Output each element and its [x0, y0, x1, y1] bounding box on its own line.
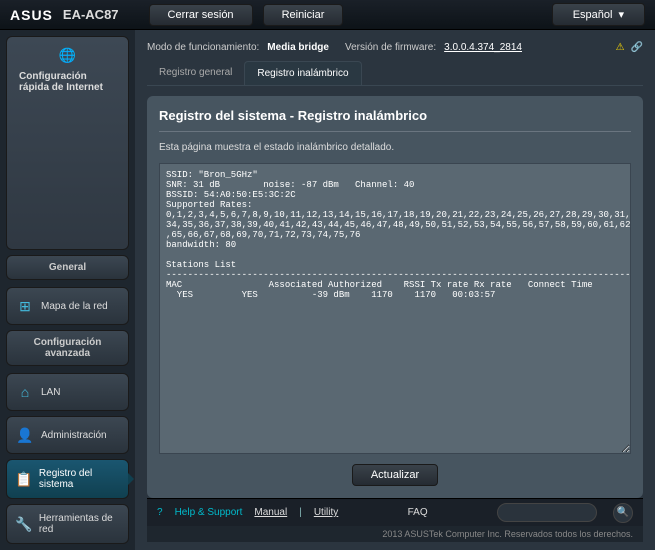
tools-icon: 🔧: [15, 514, 33, 534]
user-icon: 👤: [15, 425, 35, 445]
sidebar: 🌐 Configuración rápida de Internet Gener…: [0, 30, 135, 550]
globe-icon: 🌐: [58, 45, 78, 65]
fw-label: Versión de firmware:: [345, 42, 436, 53]
sidebar-item-network-tools[interactable]: 🔧 Herramientas de red: [6, 504, 129, 544]
model-name: EA-AC87: [63, 7, 119, 22]
utility-link[interactable]: Utility: [314, 507, 338, 518]
update-button[interactable]: Actualizar: [352, 464, 438, 486]
top-bar: ASUS EA-AC87 Cerrar sesión Reiniciar Esp…: [0, 0, 655, 30]
fw-version-link[interactable]: 3.0.0.4.374_2814: [444, 42, 522, 53]
manual-link[interactable]: Manual: [254, 507, 287, 518]
info-bar: Modo de funcionamiento: Media bridge Ver…: [147, 38, 643, 57]
tab-wireless-log[interactable]: Registro inalámbrico: [244, 61, 361, 85]
warning-icon[interactable]: ⚠: [616, 42, 625, 53]
wireless-log-textarea[interactable]: SSID: "Bron_5GHz" SNR: 31 dB noise: -87 …: [159, 163, 631, 454]
sidebar-label: Configuración rápida de Internet: [19, 71, 116, 93]
tabs: Registro general Registro inalámbrico: [147, 61, 643, 86]
main-container: 🌐 Configuración rápida de Internet Gener…: [0, 30, 655, 550]
tab-general-log[interactable]: Registro general: [147, 61, 244, 85]
sidebar-item-system-log[interactable]: 📋 Registro del sistema: [6, 459, 129, 499]
sidebar-label: Administración: [41, 430, 107, 441]
sidebar-label: Registro del sistema: [39, 468, 120, 490]
copyright: 2013 ASUSTek Computer Inc. Reservados to…: [147, 526, 643, 542]
sidebar-header-advanced: Configuración avanzada: [6, 330, 129, 366]
brand-logo: ASUS: [10, 7, 53, 23]
sidebar-item-network-map[interactable]: ⊞ Mapa de la red: [6, 287, 129, 325]
network-icon: ⊞: [15, 296, 35, 316]
footer: ? Help & Support Manual | Utility FAQ 🔍: [147, 498, 643, 526]
link-icon[interactable]: 🔗: [631, 42, 643, 53]
content-panel: Registro del sistema - Registro inalámbr…: [147, 96, 643, 498]
faq-link[interactable]: FAQ: [408, 507, 428, 518]
sidebar-label: Mapa de la red: [41, 301, 108, 312]
language-selector[interactable]: Español ▾: [552, 3, 645, 26]
sidebar-header-general: General: [6, 255, 129, 280]
search-icon: 🔍: [617, 507, 629, 518]
top-buttons: Cerrar sesión Reiniciar: [149, 4, 344, 26]
help-label[interactable]: Help & Support: [175, 507, 243, 518]
mode-label: Modo de funcionamiento:: [147, 42, 259, 53]
sidebar-label: Herramientas de red: [39, 513, 120, 535]
panel-title: Registro del sistema - Registro inalámbr…: [159, 108, 631, 132]
language-label: Español: [573, 9, 613, 21]
chevron-down-icon: ▾: [618, 8, 624, 21]
mode-value: Media bridge: [267, 42, 329, 53]
sidebar-quick-setup[interactable]: 🌐 Configuración rápida de Internet: [6, 36, 129, 250]
search-input[interactable]: [497, 503, 597, 522]
main-content: Modo de funcionamiento: Media bridge Ver…: [135, 30, 655, 550]
reboot-button[interactable]: Reiniciar: [263, 4, 344, 26]
sidebar-item-admin[interactable]: 👤 Administración: [6, 416, 129, 454]
help-icon: ?: [157, 507, 163, 518]
logout-button[interactable]: Cerrar sesión: [149, 4, 253, 26]
panel-description: Esta página muestra el estado inalámbric…: [159, 142, 631, 153]
log-icon: 📋: [15, 469, 33, 489]
sidebar-item-lan[interactable]: ⌂ LAN: [6, 373, 129, 411]
home-icon: ⌂: [15, 382, 35, 402]
search-button[interactable]: 🔍: [613, 503, 633, 523]
sidebar-label: LAN: [41, 387, 60, 398]
status-icons: ⚠ 🔗: [616, 42, 643, 53]
button-row: Actualizar: [159, 454, 631, 486]
